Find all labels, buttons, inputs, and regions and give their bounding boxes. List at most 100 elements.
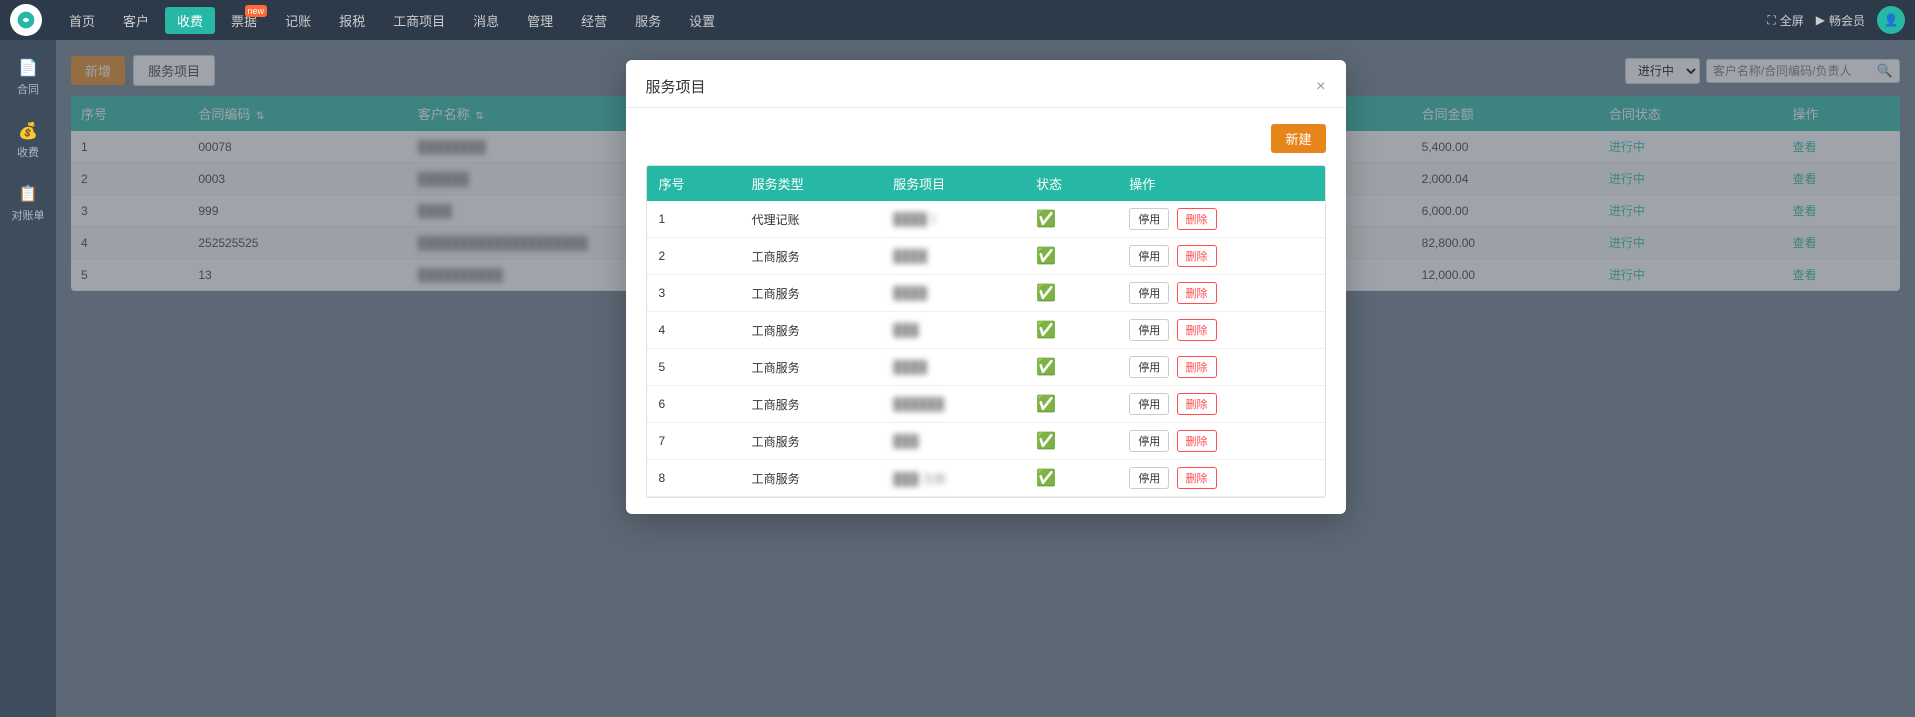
- modal-cell-seq: 6: [647, 386, 740, 423]
- nav-right-actions: ⛶ 全屏 ▶ 畅会员 👤: [1767, 6, 1905, 34]
- new-badge: new: [245, 5, 268, 17]
- fee-icon: 💰: [18, 121, 38, 141]
- stop-button[interactable]: 停用: [1129, 208, 1169, 230]
- modal-cell-status: ✅: [1024, 386, 1117, 423]
- modal-cell-seq: 1: [647, 201, 740, 238]
- nav-item-manage[interactable]: 管理: [515, 7, 565, 34]
- modal-cell-project: ████: [881, 275, 1024, 312]
- stop-button[interactable]: 停用: [1129, 282, 1169, 304]
- modal-cell-actions: 停用 删除: [1117, 312, 1324, 349]
- sidebar-item-contract[interactable]: 📄 合同: [4, 50, 52, 105]
- modal-cell-status: ✅: [1024, 238, 1117, 275]
- member-icon: ▶: [1816, 13, 1825, 27]
- delete-button[interactable]: 删除: [1177, 430, 1217, 452]
- modal-cell-actions: 停用 删除: [1117, 423, 1324, 460]
- modal-cell-type: 工商服务: [740, 349, 881, 386]
- statement-icon: 📋: [18, 184, 38, 204]
- modal-table-row: 4 工商服务 ███ ✅ 停用 删除: [647, 312, 1325, 349]
- modal-cell-actions: 停用 删除: [1117, 275, 1324, 312]
- nav-item-operation[interactable]: 经营: [569, 7, 619, 34]
- nav-item-service[interactable]: 服务: [623, 7, 673, 34]
- nav-item-invoice[interactable]: 票据 new: [219, 7, 269, 34]
- modal-table-row: 2 工商服务 ████ ✅ 停用 删除: [647, 238, 1325, 275]
- sidebar-item-label-contract: 合同: [17, 81, 39, 97]
- modal-new-button[interactable]: 新建: [1271, 124, 1325, 153]
- modal-toolbar: 新建: [646, 124, 1326, 153]
- modal-col-type: 服务类型: [740, 166, 881, 201]
- modal-cell-type: 工商服务: [740, 460, 881, 497]
- modal-col-project: 服务项目: [881, 166, 1024, 201]
- top-navigation: 首页 客户 收费 票据 new 记账 报税 工商项目 消息 管理 经营 服务 设…: [0, 0, 1915, 40]
- delete-button[interactable]: 删除: [1177, 208, 1217, 230]
- modal-cell-status: ✅: [1024, 275, 1117, 312]
- nav-item-settings[interactable]: 设置: [677, 7, 727, 34]
- fullscreen-button[interactable]: ⛶ 全屏: [1767, 12, 1803, 29]
- stop-button[interactable]: 停用: [1129, 393, 1169, 415]
- modal-cell-actions: 停用 删除: [1117, 460, 1324, 497]
- nav-item-message[interactable]: 消息: [461, 7, 511, 34]
- avatar-icon: 👤: [1884, 13, 1899, 27]
- modal-cell-project: ████: [881, 349, 1024, 386]
- modal-cell-seq: 3: [647, 275, 740, 312]
- modal-cell-project: ███: [881, 423, 1024, 460]
- modal-cell-seq: 4: [647, 312, 740, 349]
- member-label: 畅会员: [1829, 12, 1865, 29]
- modal-cell-type: 工商服务: [740, 423, 881, 460]
- modal-cell-type: 代理记账: [740, 201, 881, 238]
- modal-cell-seq: 7: [647, 423, 740, 460]
- modal-cell-project: ███ 注册: [881, 460, 1024, 497]
- user-avatar[interactable]: 👤: [1877, 6, 1905, 34]
- stop-button[interactable]: 停用: [1129, 356, 1169, 378]
- stop-button[interactable]: 停用: [1129, 430, 1169, 452]
- nav-item-bookkeeping[interactable]: 记账: [273, 7, 323, 34]
- sidebar-item-statement[interactable]: 📋 对账单: [4, 176, 52, 231]
- stop-button[interactable]: 停用: [1129, 319, 1169, 341]
- modal-table-row: 3 工商服务 ████ ✅ 停用 删除: [647, 275, 1325, 312]
- delete-button[interactable]: 删除: [1177, 282, 1217, 304]
- modal-table-row: 8 工商服务 ███ 注册 ✅ 停用 删除: [647, 460, 1325, 497]
- modal-cell-actions: 停用 删除: [1117, 386, 1324, 423]
- modal-close-button[interactable]: ×: [1316, 79, 1325, 95]
- modal-cell-status: ✅: [1024, 349, 1117, 386]
- modal-cell-status: ✅: [1024, 460, 1117, 497]
- nav-item-customer[interactable]: 客户: [111, 7, 161, 34]
- content-area: 新增 服务项目 进行中 已完成 全部 🔍 序号 合同编码 ⇅: [56, 40, 1915, 717]
- delete-button[interactable]: 删除: [1177, 467, 1217, 489]
- modal-table-wrap[interactable]: 序号 服务类型 服务项目 状态 操作 1 代理记账 ████ 1 ✅: [646, 165, 1326, 498]
- nav-item-home[interactable]: 首页: [57, 7, 107, 34]
- delete-button[interactable]: 删除: [1177, 356, 1217, 378]
- modal-cell-type: 工商服务: [740, 312, 881, 349]
- nav-item-business[interactable]: 工商项目: [381, 7, 457, 34]
- modal-col-status: 状态: [1024, 166, 1117, 201]
- app-logo: [10, 4, 42, 36]
- modal-cell-seq: 8: [647, 460, 740, 497]
- modal-col-seq: 序号: [647, 166, 740, 201]
- modal-cell-status: ✅: [1024, 312, 1117, 349]
- service-modal: 服务项目 × 新建 序号 服务类型 服务项目: [626, 60, 1346, 514]
- stop-button[interactable]: 停用: [1129, 245, 1169, 267]
- sidebar-item-label-fee: 收费: [17, 144, 39, 160]
- modal-cell-project: ████: [881, 238, 1024, 275]
- modal-table-row: 5 工商服务 ████ ✅ 停用 删除: [647, 349, 1325, 386]
- member-button[interactable]: ▶ 畅会员: [1816, 12, 1865, 29]
- nav-item-fee[interactable]: 收费: [165, 7, 215, 34]
- stop-button[interactable]: 停用: [1129, 467, 1169, 489]
- modal-overlay: 服务项目 × 新建 序号 服务类型 服务项目: [56, 40, 1915, 717]
- modal-title: 服务项目: [646, 76, 706, 97]
- modal-table-row: 6 工商服务 ██████ ✅ 停用 删除: [647, 386, 1325, 423]
- main-layout: 📄 合同 💰 收费 📋 对账单 新增 服务项目 进行中 已完成 全部: [0, 40, 1915, 717]
- fullscreen-icon: ⛶: [1767, 13, 1775, 28]
- delete-button[interactable]: 删除: [1177, 245, 1217, 267]
- modal-cell-actions: 停用 删除: [1117, 238, 1324, 275]
- modal-table-row: 1 代理记账 ████ 1 ✅ 停用 删除: [647, 201, 1325, 238]
- delete-button[interactable]: 删除: [1177, 319, 1217, 341]
- modal-cell-actions: 停用 删除: [1117, 201, 1324, 238]
- modal-cell-type: 工商服务: [740, 275, 881, 312]
- modal-cell-type: 工商服务: [740, 386, 881, 423]
- sidebar-item-fee[interactable]: 💰 收费: [4, 113, 52, 168]
- contract-icon: 📄: [18, 58, 38, 78]
- sidebar: 📄 合同 💰 收费 📋 对账单: [0, 40, 56, 717]
- delete-button[interactable]: 删除: [1177, 393, 1217, 415]
- modal-col-action: 操作: [1117, 166, 1324, 201]
- nav-item-tax[interactable]: 报税: [327, 7, 377, 34]
